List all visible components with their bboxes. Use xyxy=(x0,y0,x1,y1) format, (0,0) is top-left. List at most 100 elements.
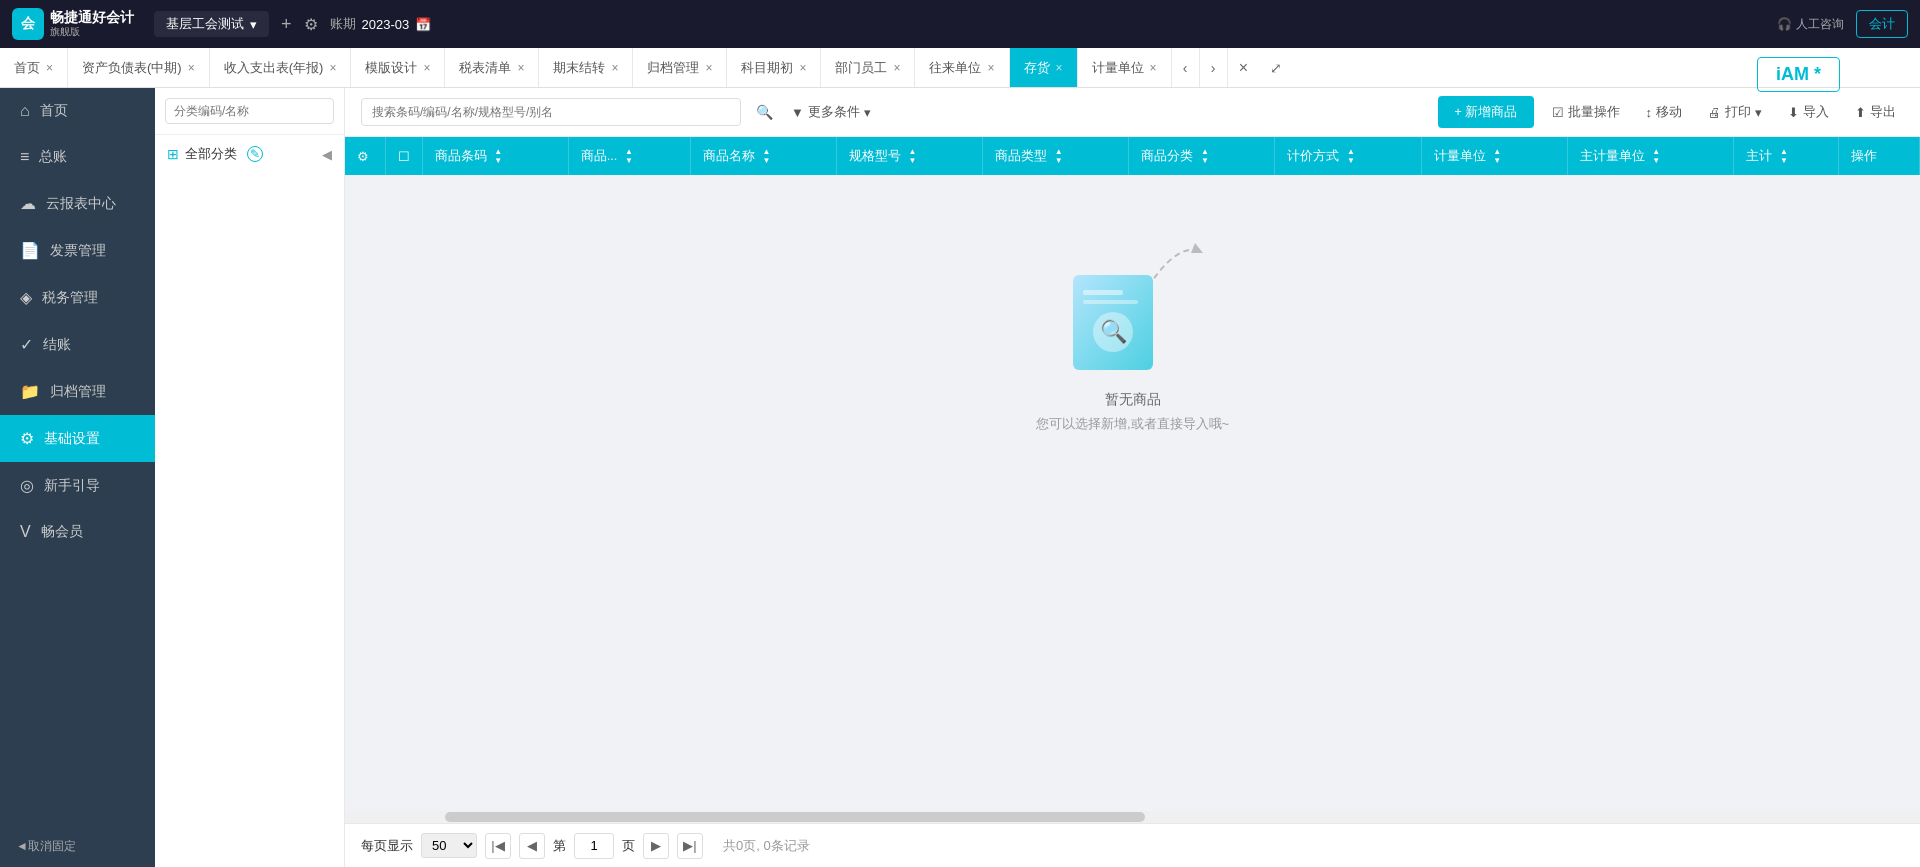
calendar-icon[interactable]: 📅 xyxy=(415,17,431,32)
category-edit-icon[interactable]: ✎ xyxy=(247,146,263,162)
sidebar-item-ledger[interactable]: ≡ 总账 xyxy=(0,134,155,180)
sort-spec-icon[interactable]: ▲▼ xyxy=(909,148,917,165)
more-filter-btn[interactable]: ▼ 更多条件 ▾ xyxy=(791,103,871,121)
th-category[interactable]: 商品分类 ▲▼ xyxy=(1129,137,1275,175)
th-main-unit[interactable]: 主计量单位 ▲▼ xyxy=(1567,137,1734,175)
last-page-btn[interactable]: ▶| xyxy=(677,833,703,859)
tab-inventory-close-icon[interactable]: × xyxy=(1056,61,1063,75)
svg-text:🔍: 🔍 xyxy=(1099,318,1127,345)
sidebar-item-guide[interactable]: ◎ 新手引导 xyxy=(0,462,155,509)
settings-icon[interactable]: ⚙ xyxy=(304,15,318,34)
print-dropdown-icon: ▾ xyxy=(1755,105,1762,120)
scrollbar-thumb[interactable] xyxy=(445,812,1145,822)
batch-btn[interactable]: ☑ 批量操作 xyxy=(1544,99,1628,125)
tab-dept-close-icon[interactable]: × xyxy=(893,61,900,75)
sort-name-icon[interactable]: ▲▼ xyxy=(762,148,770,165)
tab-next-btn[interactable]: › xyxy=(1200,48,1228,88)
checkout-icon: ✓ xyxy=(20,335,33,354)
sort-main-count-icon[interactable]: ▲▼ xyxy=(1780,148,1788,165)
tab-contacts-close-icon[interactable]: × xyxy=(987,61,994,75)
tab-template[interactable]: 模版设计 × xyxy=(351,48,445,88)
sort-type-icon[interactable]: ▲▼ xyxy=(1055,148,1063,165)
tab-prev-btn[interactable]: ‹ xyxy=(1172,48,1200,88)
company-selector[interactable]: 基层工会测试 ▾ xyxy=(154,11,269,37)
prev-page-btn[interactable]: ◀ xyxy=(519,833,545,859)
tab-dept[interactable]: 部门员工 × xyxy=(821,48,915,88)
print-btn[interactable]: 🖨 打印 ▾ xyxy=(1700,99,1770,125)
member-icon: V xyxy=(20,523,31,541)
sidebar-item-member[interactable]: V 畅会员 xyxy=(0,509,155,555)
invoice-icon: 📄 xyxy=(20,241,40,260)
page-size-select[interactable]: 50 20 100 200 xyxy=(421,833,477,858)
sidebar-item-home[interactable]: ⌂ 首页 xyxy=(0,88,155,134)
account-btn[interactable]: 会计 xyxy=(1856,10,1908,38)
tab-period[interactable]: 期末结转 × xyxy=(539,48,633,88)
tab-contacts[interactable]: 往来单位 × xyxy=(915,48,1009,88)
tab-income[interactable]: 收入支出表(年报) × xyxy=(210,48,352,88)
empty-state: 🔍 暂无商品 您可以选择新增,或者直接导入哦~ xyxy=(345,175,1920,493)
page-number-input[interactable] xyxy=(574,833,614,859)
tab-balance-close-icon[interactable]: × xyxy=(188,61,195,75)
horizontal-scrollbar[interactable] xyxy=(345,811,1920,823)
new-product-btn[interactable]: + 新增商品 xyxy=(1438,96,1533,128)
unpin-btn[interactable]: ◄取消固定 xyxy=(0,826,155,867)
dropdown-arrow-icon: ▾ xyxy=(250,17,257,32)
th-barcode[interactable]: 商品条码 ▲▼ xyxy=(422,137,568,175)
first-page-btn[interactable]: |◀ xyxy=(485,833,511,859)
iam-badge[interactable]: iAM * xyxy=(1757,57,1840,92)
print-icon: 🖨 xyxy=(1708,105,1721,120)
product-search-input[interactable] xyxy=(361,98,741,126)
category-search-input[interactable] xyxy=(165,98,334,124)
add-tab-btn[interactable]: + xyxy=(281,14,292,35)
th-unit[interactable]: 计量单位 ▲▼ xyxy=(1421,137,1567,175)
sort-unit-icon[interactable]: ▲▼ xyxy=(1493,148,1501,165)
tab-balance[interactable]: 资产负债表(中期) × xyxy=(68,48,210,88)
th-price-method[interactable]: 计价方式 ▲▼ xyxy=(1275,137,1421,175)
tab-unit[interactable]: 计量单位 × xyxy=(1078,48,1172,88)
sort-category-icon[interactable]: ▲▼ xyxy=(1201,148,1209,165)
tab-archive-close-icon[interactable]: × xyxy=(705,61,712,75)
sidebar-item-invoice[interactable]: 📄 发票管理 xyxy=(0,227,155,274)
th-spec[interactable]: 规格型号 ▲▼ xyxy=(836,137,982,175)
tab-close-all-btn[interactable]: × xyxy=(1228,48,1260,88)
tab-subject[interactable]: 科目期初 × xyxy=(727,48,821,88)
move-btn[interactable]: ↕ 移动 xyxy=(1638,99,1691,125)
tab-income-close-icon[interactable]: × xyxy=(329,61,336,75)
tab-home-close-icon[interactable]: × xyxy=(46,61,53,75)
sidebar-item-tax[interactable]: ◈ 税务管理 xyxy=(0,274,155,321)
category-collapse-icon[interactable]: ◀ xyxy=(322,147,332,162)
consultant-btn[interactable]: 🎧 人工咨询 xyxy=(1777,16,1844,33)
sidebar-item-reports[interactable]: ☁ 云报表中心 xyxy=(0,180,155,227)
sidebar-item-settings[interactable]: ⚙ 基础设置 xyxy=(0,415,155,462)
product-search-icon[interactable]: 🔍 xyxy=(756,104,773,120)
tab-template-close-icon[interactable]: × xyxy=(423,61,430,75)
sidebar-item-checkout[interactable]: ✓ 结账 xyxy=(0,321,155,368)
consultant-label: 人工咨询 xyxy=(1796,16,1844,33)
next-page-btn[interactable]: ▶ xyxy=(643,833,669,859)
sort-code-icon[interactable]: ▲▼ xyxy=(625,148,633,165)
tab-archive[interactable]: 归档管理 × xyxy=(633,48,727,88)
tab-home[interactable]: 首页 × xyxy=(0,48,68,88)
sort-price-icon[interactable]: ▲▼ xyxy=(1347,148,1355,165)
th-settings[interactable]: ⚙ xyxy=(345,137,385,175)
th-type[interactable]: 商品类型 ▲▼ xyxy=(983,137,1129,175)
th-main-count[interactable]: 主计 ▲▼ xyxy=(1734,137,1839,175)
tab-inventory[interactable]: 存货 × xyxy=(1010,48,1078,88)
import-btn[interactable]: ⬇ 导入 xyxy=(1780,99,1837,125)
th-code[interactable]: 商品... ▲▼ xyxy=(568,137,690,175)
tab-period-close-icon[interactable]: × xyxy=(611,61,618,75)
th-name[interactable]: 商品名称 ▲▼ xyxy=(690,137,836,175)
tab-expand-btn[interactable]: ⤢ xyxy=(1260,48,1292,88)
th-checkbox[interactable]: ☐ xyxy=(385,137,422,175)
sidebar-item-archive[interactable]: 📁 归档管理 xyxy=(0,368,155,415)
tab-taxlist[interactable]: 税表清单 × xyxy=(445,48,539,88)
export-btn[interactable]: ⬆ 导出 xyxy=(1847,99,1904,125)
sort-main-unit-icon[interactable]: ▲▼ xyxy=(1652,148,1660,165)
tab-unit-close-icon[interactable]: × xyxy=(1150,61,1157,75)
tab-taxlist-close-icon[interactable]: × xyxy=(517,61,524,75)
sort-barcode-icon[interactable]: ▲▼ xyxy=(494,148,502,165)
filter-dropdown-icon: ▾ xyxy=(864,105,871,120)
th-main-count-label: 主计 xyxy=(1746,148,1772,163)
tab-subject-close-icon[interactable]: × xyxy=(799,61,806,75)
all-category-item[interactable]: ⊞ 全部分类 ✎ ◀ xyxy=(155,135,344,173)
